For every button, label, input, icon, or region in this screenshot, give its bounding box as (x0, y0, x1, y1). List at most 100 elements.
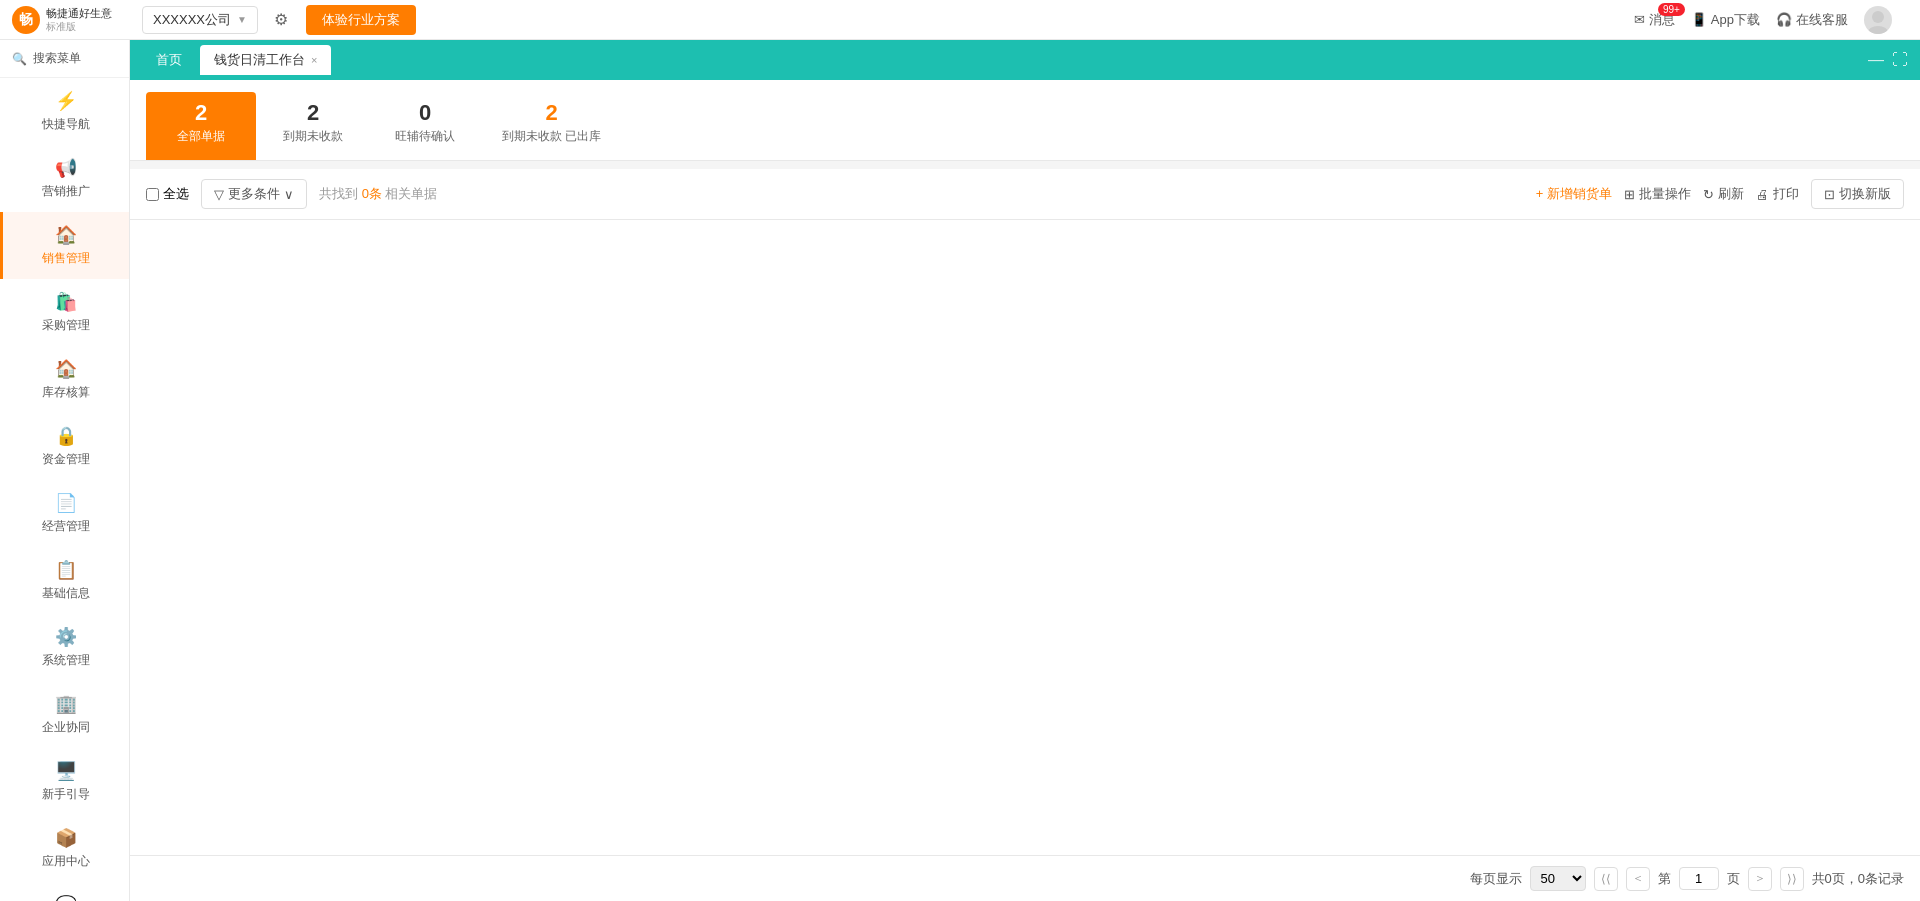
company-dropdown-icon: ▼ (237, 14, 247, 25)
tab-bar-actions: — ⛶ (1868, 51, 1908, 69)
message-button[interactable]: ✉ 消息 99+ (1634, 11, 1675, 29)
sidebar-item-sales[interactable]: 🏠 销售管理 (0, 212, 129, 279)
tab-minimize-icon[interactable]: — (1868, 51, 1884, 69)
sidebar-item-wechat[interactable]: 💬 企业微信 (0, 882, 129, 901)
operations-icon: 📄 (55, 492, 77, 514)
sidebar-search-label: 搜索菜单 (33, 50, 81, 67)
per-page-label: 每页显示 (1470, 870, 1522, 888)
sidebar-item-label: 销售管理 (42, 250, 90, 267)
newbie-icon: 🖥️ (55, 760, 77, 782)
sidebar-item-finance[interactable]: 🔒 资金管理 (0, 413, 129, 480)
sidebar-search-item[interactable]: 🔍 搜索菜单 (0, 40, 129, 78)
tab-close-icon[interactable]: × (311, 54, 317, 66)
content-area: 首页 钱货日清工作台 × — ⛶ 2 全部单据 2 到期未收款 (130, 40, 1920, 901)
data-area (130, 220, 1920, 855)
batch-icon: ⊞ (1624, 187, 1635, 202)
first-page-button[interactable]: ⟨⟨ (1594, 867, 1618, 891)
stat-num-all: 2 (195, 100, 207, 126)
sidebar-item-purchase[interactable]: 🛍️ 采购管理 (0, 279, 129, 346)
sidebar-item-label: 基础信息 (42, 585, 90, 602)
sidebar-item-label: 快捷导航 (42, 116, 90, 133)
stat-num-overdue-shipped: 2 (546, 100, 558, 126)
sidebar-item-quick-nav[interactable]: ⚡ 快捷导航 (0, 78, 129, 145)
stat-tab-wangwang[interactable]: 0 旺辅待确认 (370, 92, 480, 160)
appstore-icon: 📦 (55, 827, 77, 849)
quick-nav-icon: ⚡ (55, 90, 77, 112)
add-sales-order-button[interactable]: + 新增销货单 (1536, 185, 1612, 203)
sidebar-item-label: 系统管理 (42, 652, 90, 669)
sidebar-item-marketing[interactable]: 📢 营销推广 (0, 145, 129, 212)
inventory-icon: 🏠 (55, 358, 77, 380)
message-icon: ✉ (1634, 12, 1645, 27)
stat-tab-overdue[interactable]: 2 到期未收款 (258, 92, 368, 160)
last-page-button[interactable]: ⟩⟩ (1780, 867, 1804, 891)
batch-operation-button[interactable]: ⊞ 批量操作 (1624, 185, 1691, 203)
tab-bar: 首页 钱货日清工作台 × — ⛶ (130, 40, 1920, 80)
sidebar-item-inventory[interactable]: 🏠 库存核算 (0, 346, 129, 413)
sidebar-item-label: 库存核算 (42, 384, 90, 401)
stat-label-wangwang: 旺辅待确认 (395, 128, 455, 145)
sidebar-item-label: 营销推广 (42, 183, 90, 200)
logo-icon: 畅 (12, 6, 40, 34)
print-icon: 🖨 (1756, 187, 1769, 202)
select-all-checkbox[interactable]: 全选 (146, 185, 189, 203)
sidebar-item-label: 企业协同 (42, 719, 90, 736)
page-input[interactable] (1679, 867, 1719, 890)
filter-dropdown-icon: ∨ (284, 187, 294, 202)
sidebar-item-label: 采购管理 (42, 317, 90, 334)
mobile-icon: 📱 (1691, 12, 1707, 27)
refresh-icon: ↻ (1703, 187, 1714, 202)
sidebar-item-enterprise[interactable]: 🏢 企业协同 (0, 681, 129, 748)
sidebar-item-label: 应用中心 (42, 853, 90, 870)
print-button[interactable]: 🖨 打印 (1756, 185, 1799, 203)
online-service-button[interactable]: 🎧 在线客服 (1776, 11, 1848, 29)
svg-point-1 (1868, 26, 1888, 34)
sidebar-item-system[interactable]: ⚙️ 系统管理 (0, 614, 129, 681)
found-prefix: 共找到 0条 相关单据 (319, 185, 437, 203)
logo-text: 畅捷通好生意 标准版 (46, 6, 112, 33)
wechat-icon: 💬 (55, 894, 77, 901)
experience-button[interactable]: 体验行业方案 (306, 5, 416, 35)
company-name: XXXXXX公司 (153, 11, 231, 29)
refresh-button[interactable]: ↻ 刷新 (1703, 185, 1744, 203)
sidebar-item-appstore[interactable]: 📦 应用中心 (0, 815, 129, 882)
finance-icon: 🔒 (55, 425, 77, 447)
tab-expand-icon[interactable]: ⛶ (1892, 51, 1908, 69)
stat-label-overdue: 到期未收款 (283, 128, 343, 145)
stat-label-overdue-shipped: 到期未收款 已出库 (502, 128, 601, 145)
prev-page-button[interactable]: ＜ (1626, 867, 1650, 891)
headset-icon: 🎧 (1776, 12, 1792, 27)
stat-num-wangwang: 0 (419, 100, 431, 126)
filter-button[interactable]: ▽ 更多条件 ∨ (201, 179, 307, 209)
select-all-label: 全选 (163, 185, 189, 203)
marketing-icon: 📢 (55, 157, 77, 179)
filter-icon: ▽ (214, 187, 224, 202)
tab-home[interactable]: 首页 (142, 45, 196, 75)
sales-icon: 🏠 (55, 224, 77, 246)
stat-tab-all[interactable]: 2 全部单据 (146, 92, 256, 160)
page-content: 2 全部单据 2 到期未收款 0 旺辅待确认 2 到期未收款 已出库 (130, 80, 1920, 901)
switch-icon: ⊡ (1824, 187, 1835, 202)
search-icon: 🔍 (12, 52, 27, 66)
stat-tab-overdue-shipped[interactable]: 2 到期未收款 已出库 (482, 92, 621, 160)
stat-label-all: 全部单据 (177, 128, 225, 145)
tab-active[interactable]: 钱货日清工作台 × (200, 45, 331, 75)
select-all-input[interactable] (146, 188, 159, 201)
sidebar-item-newbie[interactable]: 🖥️ 新手引导 (0, 748, 129, 815)
app-download-button[interactable]: 📱 App下载 (1691, 11, 1760, 29)
sidebar-item-basic[interactable]: 📋 基础信息 (0, 547, 129, 614)
pagination: 每页显示 50 100 200 ⟨⟨ ＜ 第 页 ＞ ⟩⟩ 共0页，0条记录 (130, 855, 1920, 901)
header-right: ✉ 消息 99+ 📱 App下载 🎧 在线客服 (1634, 6, 1908, 34)
toolbar: 全选 ▽ 更多条件 ∨ 共找到 0条 相关单据 + 新增销货单 (130, 169, 1920, 220)
svg-point-0 (1872, 11, 1884, 23)
per-page-select[interactable]: 50 100 200 (1530, 866, 1586, 891)
page-unit: 页 (1727, 870, 1740, 888)
avatar[interactable] (1864, 6, 1892, 34)
main-layout: 🔍 搜索菜单 ⚡ 快捷导航 📢 营销推广 🏠 销售管理 🛍️ 采购管理 🏠 库存… (0, 40, 1920, 901)
switch-version-button[interactable]: ⊡ 切换新版 (1811, 179, 1904, 209)
company-selector[interactable]: XXXXXX公司 ▼ (142, 6, 258, 34)
sidebar-item-operations[interactable]: 📄 经营管理 (0, 480, 129, 547)
stat-num-overdue: 2 (307, 100, 319, 126)
settings-button[interactable]: ⚙ (266, 5, 296, 35)
next-page-button[interactable]: ＞ (1748, 867, 1772, 891)
